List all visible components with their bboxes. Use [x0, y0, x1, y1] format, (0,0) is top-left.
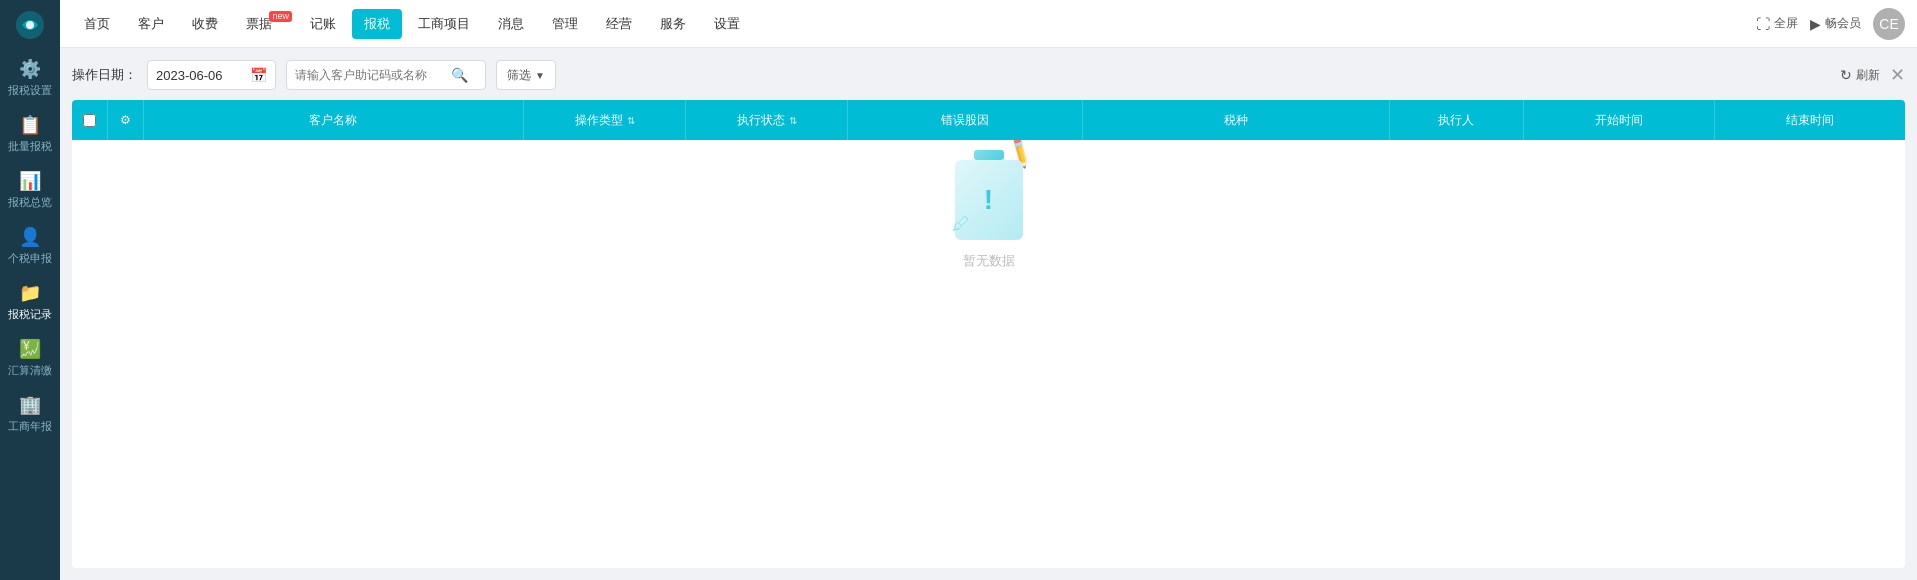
search-box[interactable]: 🔍: [286, 60, 486, 90]
search-icon[interactable]: 🔍: [451, 67, 468, 83]
th-checkbox[interactable]: [72, 100, 108, 140]
th-tax: 税种: [1083, 100, 1390, 140]
close-button[interactable]: ✕: [1890, 64, 1905, 86]
nav-item-xiaoxi[interactable]: 消息: [486, 9, 536, 39]
date-picker[interactable]: 📅: [147, 60, 276, 90]
th-starttime: 开始时间: [1524, 100, 1715, 140]
sidebar-item-label: 工商年报: [8, 419, 52, 434]
exclamation-mark: !: [984, 184, 993, 216]
sidebar-item-gongshang-nianbao[interactable]: 🏢 工商年报: [0, 386, 60, 442]
th-error: 错误股因: [848, 100, 1083, 140]
nav-item-client[interactable]: 客户: [126, 9, 176, 39]
refresh-button[interactable]: ↻ 刷新: [1840, 67, 1880, 84]
date-input[interactable]: [156, 68, 244, 83]
search-input[interactable]: [295, 68, 445, 82]
nav-item-shezhi[interactable]: 设置: [702, 9, 752, 39]
sidebar-item-label: 报税设置: [8, 83, 52, 98]
nav-item-home[interactable]: 首页: [72, 9, 122, 39]
table-header: ⚙ 客户名称 操作类型 ⇅ 执行状态 ⇅ 错误股因 税种: [72, 100, 1905, 140]
batch-tax-icon: 📋: [19, 114, 41, 136]
sidebar-item-label: 报税总览: [8, 195, 52, 210]
fullscreen-icon: ⛶: [1756, 16, 1770, 32]
main-area: 首页 客户 收费 票据 new 记账 报税 工商项目 消息 管理 经营 服务 设…: [60, 0, 1917, 580]
topnav-right: ⛶ 全屏 ▶ 畅会员 CE: [1756, 8, 1905, 40]
th-status[interactable]: 执行状态 ⇅: [686, 100, 848, 140]
th-settings[interactable]: ⚙: [108, 100, 144, 140]
overview-icon: 📊: [19, 170, 41, 192]
pen-bottom-icon: 🖊: [952, 214, 970, 235]
chevron-down-icon: ▼: [535, 70, 545, 81]
clipboard-top: [974, 150, 1004, 160]
th-executor: 执行人: [1390, 100, 1523, 140]
sidebar-item-huisuan-jiaoshu[interactable]: 💹 汇算清缴: [0, 330, 60, 386]
th-optype[interactable]: 操作类型 ⇅: [524, 100, 686, 140]
member-button[interactable]: ▶ 畅会员: [1810, 15, 1861, 32]
sidebar: ⚙️ 报税设置 📋 批量报税 📊 报税总览 👤 个税申报 📁 报税记录 💹 汇算…: [0, 0, 60, 580]
svg-point-1: [26, 21, 34, 29]
nav-item-fuwu[interactable]: 服务: [648, 9, 698, 39]
column-settings-icon: ⚙: [120, 113, 131, 127]
settings-icon: ⚙️: [19, 58, 41, 80]
avatar[interactable]: CE: [1873, 8, 1905, 40]
nav-item-shoufei[interactable]: 收费: [180, 9, 230, 39]
empty-text: 暂无数据: [963, 252, 1015, 270]
refresh-icon: ↻: [1840, 67, 1852, 83]
nav-item-jizhang[interactable]: 记账: [298, 9, 348, 39]
page-content: 操作日期： 📅 🔍 筛选 ▼ ↻ 刷新 ✕: [60, 48, 1917, 580]
member-icon: ▶: [1810, 16, 1821, 32]
sidebar-item-label: 批量报税: [8, 139, 52, 154]
sort-icon-optype: ⇅: [627, 115, 635, 126]
sidebar-item-baoshui-jilu[interactable]: 📁 报税记录: [0, 274, 60, 330]
empty-state: ✏️ ! 🖊 暂无数据: [72, 140, 1905, 270]
top-navigation: 首页 客户 收费 票据 new 记账 报税 工商项目 消息 管理 经营 服务 设…: [60, 0, 1917, 48]
settlement-icon: 💹: [19, 338, 41, 360]
nav-item-baoshui[interactable]: 报税: [352, 9, 402, 39]
nav-item-piaojv[interactable]: 票据 new: [234, 9, 294, 39]
sidebar-item-piliang-baoshui[interactable]: 📋 批量报税: [0, 106, 60, 162]
fullscreen-button[interactable]: ⛶ 全屏: [1756, 15, 1798, 32]
record-icon: 📁: [19, 282, 41, 304]
calendar-icon: 📅: [250, 67, 267, 83]
nav-item-gongshang[interactable]: 工商项目: [406, 9, 482, 39]
sidebar-logo: [0, 0, 60, 50]
sidebar-item-geshui-shenbao[interactable]: 👤 个税申报: [0, 218, 60, 274]
sidebar-item-baoshui-zonglang[interactable]: 📊 报税总览: [0, 162, 60, 218]
data-table: ⚙ 客户名称 操作类型 ⇅ 执行状态 ⇅ 错误股因 税种: [72, 100, 1905, 568]
th-endtime: 结束时间: [1715, 100, 1905, 140]
sidebar-item-baoshui-shezhi[interactable]: ⚙️ 报税设置: [0, 50, 60, 106]
annual-report-icon: 🏢: [19, 394, 41, 416]
filter-button[interactable]: 筛选 ▼: [496, 60, 556, 90]
nav-menu: 首页 客户 收费 票据 new 记账 报税 工商项目 消息 管理 经营 服务 设…: [72, 9, 1756, 39]
date-label: 操作日期：: [72, 66, 137, 84]
nav-item-jingying[interactable]: 经营: [594, 9, 644, 39]
personal-tax-icon: 👤: [19, 226, 41, 248]
page-toolbar: 操作日期： 📅 🔍 筛选 ▼ ↻ 刷新 ✕: [72, 60, 1905, 90]
sidebar-item-label: 报税记录: [8, 307, 52, 322]
nav-item-guanli[interactable]: 管理: [540, 9, 590, 39]
sidebar-item-label: 个税申报: [8, 251, 52, 266]
table-body: ✏️ ! 🖊 暂无数据: [72, 140, 1905, 568]
select-all-checkbox[interactable]: [83, 114, 96, 127]
empty-illustration: ✏️ ! 🖊: [944, 140, 1034, 240]
sidebar-item-label: 汇算清缴: [8, 363, 52, 378]
sort-icon-status: ⇅: [789, 115, 797, 126]
th-client: 客户名称: [144, 100, 524, 140]
new-badge: new: [269, 11, 292, 22]
